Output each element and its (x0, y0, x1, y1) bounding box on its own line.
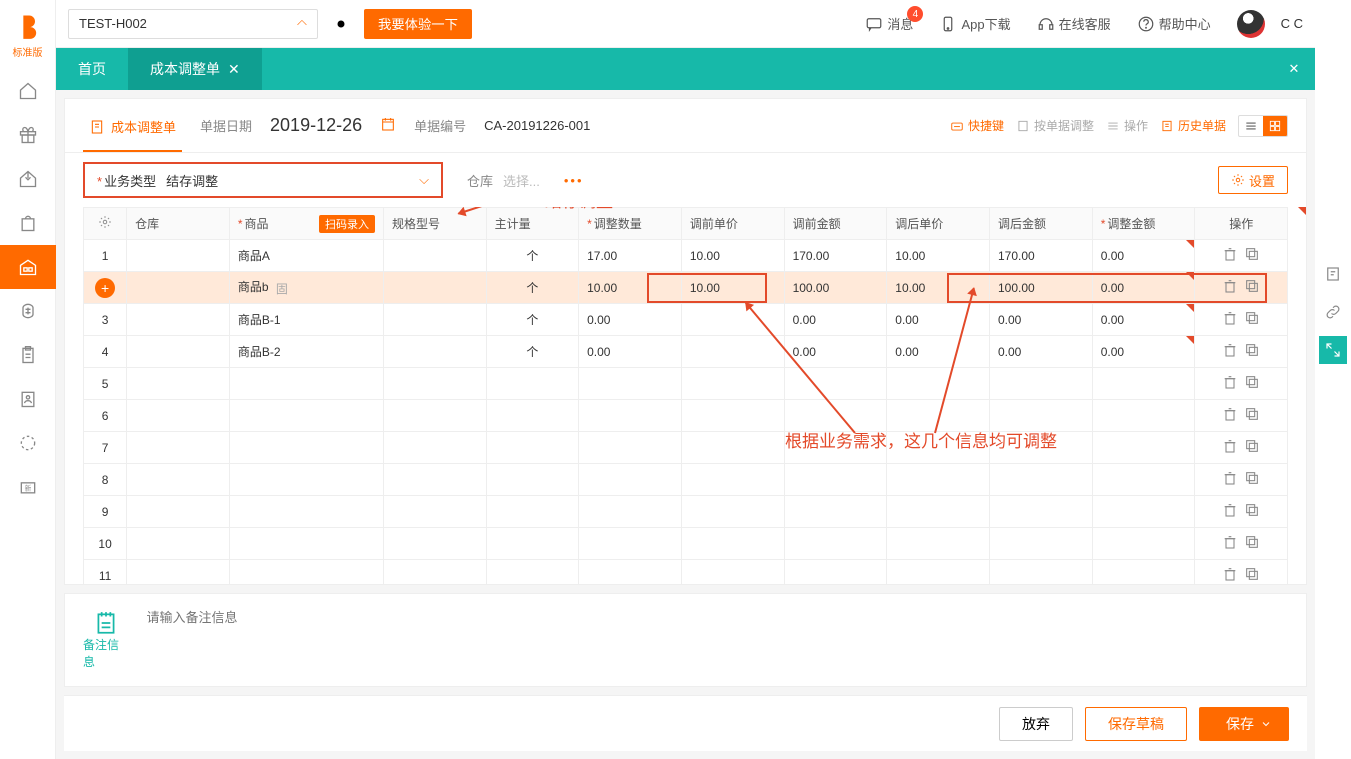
save-draft-button[interactable]: 保存草稿 (1085, 707, 1187, 741)
org-select[interactable]: TEST-H002 ⌵ (68, 9, 318, 39)
link-icon[interactable] (1319, 298, 1347, 326)
app-logo (8, 6, 48, 46)
nav-home-icon[interactable] (0, 69, 56, 113)
org-select-value: TEST-H002 (79, 16, 147, 31)
table-row[interactable]: 8 (84, 464, 1288, 496)
add-row-icon[interactable]: + (95, 278, 115, 298)
settings-button[interactable]: 设置 (1218, 166, 1288, 194)
table-row[interactable]: 6 (84, 400, 1288, 432)
nav-bag-icon[interactable] (0, 201, 56, 245)
row-ops[interactable] (1195, 240, 1288, 272)
table-row[interactable]: 7 (84, 432, 1288, 464)
online-support-link[interactable]: 在线客服 (1037, 14, 1111, 33)
lock-icon: 固 (276, 280, 288, 297)
tabs-close-all[interactable]: ✕ (1273, 48, 1315, 90)
more-filters[interactable]: ••• (564, 173, 584, 188)
chevron-down-icon: ⌵ (419, 172, 429, 188)
user-name: C C (1281, 16, 1303, 31)
row-ops[interactable] (1195, 304, 1288, 336)
remark-input[interactable] (146, 610, 1288, 625)
chevron-down-icon: ⌵ (297, 16, 307, 32)
view-grid-icon (1263, 116, 1287, 136)
nav-user-icon[interactable] (0, 377, 56, 421)
tabs: 首页 成本调整单✕ ✕ (56, 48, 1315, 90)
data-grid: 仓库 *商品扫码录入 规格型号 主计量 *调整数量 调前单价 调前金额 调后单价… (83, 207, 1288, 584)
date-value[interactable]: 2019-12-26 (270, 115, 362, 136)
header-row: 仓库 *商品扫码录入 规格型号 主计量 *调整数量 调前单价 调前金额 调后单价… (84, 208, 1288, 240)
table-row[interactable]: 3商品B-1个0.000.000.000.000.00 (84, 304, 1288, 336)
view-toggle[interactable] (1238, 115, 1288, 137)
row-ops[interactable] (1195, 496, 1288, 528)
col-settings-icon[interactable] (84, 208, 127, 240)
expand-icon[interactable] (1319, 336, 1347, 364)
org-settings-icon[interactable] (326, 9, 356, 39)
nav-warehouse-icon[interactable] (0, 245, 56, 289)
row-ops[interactable] (1195, 400, 1288, 432)
scan-entry-button[interactable]: 扫码录入 (319, 215, 375, 233)
table-row[interactable]: 1商品A个17.0010.00170.0010.00170.000.00 (84, 240, 1288, 272)
page-tab[interactable]: 成本调整单 (83, 103, 182, 152)
table-row[interactable]: 4商品B-2个0.000.000.000.000.00 (84, 336, 1288, 368)
calendar-icon[interactable] (380, 116, 396, 135)
row-ops[interactable] (1195, 464, 1288, 496)
app-download-link[interactable]: App下载 (939, 14, 1010, 33)
tab-cost-adjust[interactable]: 成本调整单✕ (128, 48, 262, 90)
nav-out-icon[interactable] (0, 157, 56, 201)
user-avatar[interactable] (1237, 10, 1265, 38)
row-ops[interactable] (1195, 528, 1288, 560)
remark-section: 备注信息 (64, 593, 1307, 687)
view-list-icon (1239, 116, 1263, 136)
table-row[interactable]: 5 (84, 368, 1288, 400)
nav-sync-icon[interactable] (0, 421, 56, 465)
discard-button[interactable]: 放弃 (999, 707, 1073, 741)
table-row[interactable]: +商品b 固个10.0010.00100.0010.00100.000.00 (84, 272, 1288, 304)
nav-clipboard-icon[interactable] (0, 333, 56, 377)
row-ops[interactable] (1195, 272, 1288, 304)
note-icon[interactable] (1319, 260, 1347, 288)
op-link[interactable]: 操作 (1106, 117, 1148, 134)
history-link[interactable]: 历史单据 (1160, 117, 1226, 134)
row-ops[interactable] (1195, 432, 1288, 464)
topbar: TEST-H002 ⌵ 我要体验一下 消息 4 App下载 在线客服 帮助中心 … (56, 0, 1315, 48)
table-row[interactable]: 10 (84, 528, 1288, 560)
close-icon[interactable]: ✕ (228, 61, 240, 78)
remark-icon: 备注信息 (83, 610, 128, 670)
try-button[interactable]: 我要体验一下 (364, 9, 472, 39)
biz-type-select[interactable]: *业务类型 结存调整⌵ (83, 162, 443, 198)
row-ops[interactable] (1195, 560, 1288, 585)
warehouse-select[interactable]: 仓库 选择... (467, 171, 540, 190)
nav-new-icon[interactable]: 新 (0, 465, 56, 509)
nav-money-icon[interactable] (0, 289, 56, 333)
table-row[interactable]: 9 (84, 496, 1288, 528)
shortcut-link[interactable]: 快捷键 (950, 117, 1004, 134)
date-label: 单据日期 (200, 116, 252, 135)
right-rail (1315, 0, 1351, 759)
actionbar: 放弃 保存草稿 保存 (64, 695, 1307, 751)
biz-type-value: 结存调整 (166, 171, 218, 190)
messages-badge: 4 (907, 6, 923, 22)
messages-link[interactable]: 消息 4 (865, 14, 913, 33)
help-link[interactable]: 帮助中心 (1137, 14, 1211, 33)
svg-text:新: 新 (24, 483, 31, 492)
row-ops[interactable] (1195, 368, 1288, 400)
row-ops[interactable] (1195, 336, 1288, 368)
sn-label: 单据编号 (414, 116, 466, 135)
table-row[interactable]: 11 (84, 560, 1288, 585)
nav-gift-icon[interactable] (0, 113, 56, 157)
save-button[interactable]: 保存 (1199, 707, 1289, 741)
tab-home[interactable]: 首页 (56, 48, 128, 90)
sn-value: CA-20191226-001 (484, 118, 590, 133)
logo-text: 标准版 (13, 44, 43, 59)
bybill-link[interactable]: 按单据调整 (1016, 117, 1094, 134)
left-rail: 标准版 新 (0, 0, 56, 759)
